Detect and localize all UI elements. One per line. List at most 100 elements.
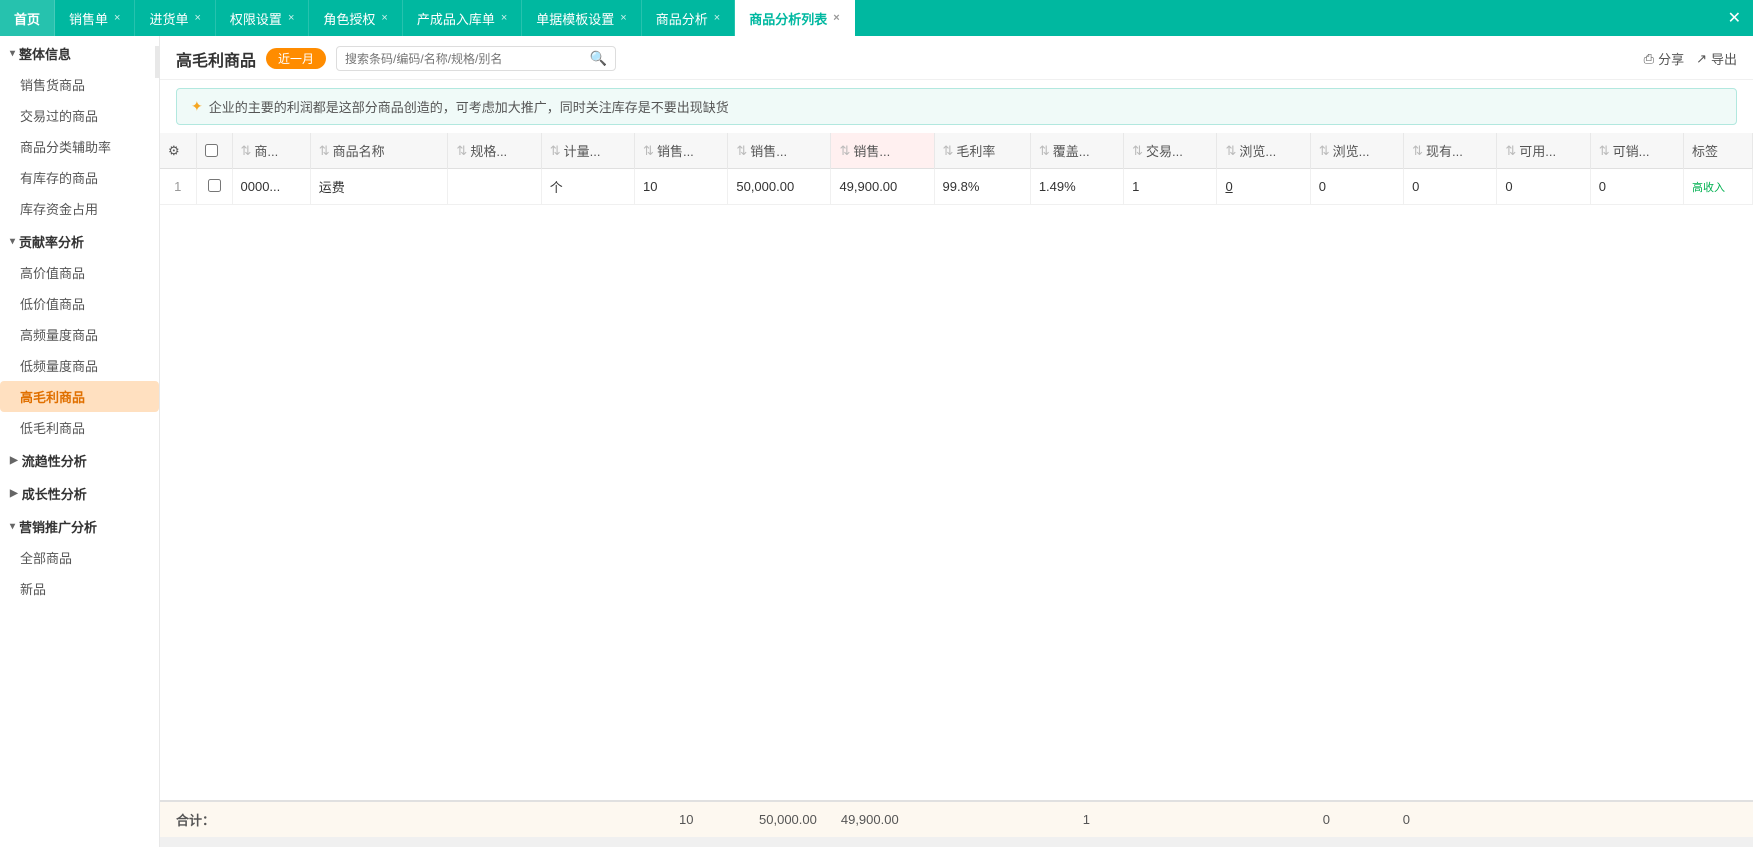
nav-tab-templates-close[interactable]: ×: [620, 12, 626, 24]
collapse-icon: 《: [156, 53, 160, 72]
group-marketing-arrow: ▾: [10, 521, 15, 532]
group-overall-arrow: ▾: [10, 48, 15, 59]
nav-tab-templates[interactable]: 单据模板设置 ×: [522, 0, 641, 36]
col-current-stock[interactable]: ⇅ 现有...: [1404, 133, 1497, 169]
cell-tag: 高收入: [1684, 169, 1753, 205]
sidebar-collapse-button[interactable]: 《: [155, 46, 160, 78]
col-browse2[interactable]: ⇅ 浏览...: [1310, 133, 1403, 169]
sidebar-group-trend[interactable]: ▶ 流趋性分析: [0, 443, 159, 476]
nav-tab-home[interactable]: 首页: [0, 0, 55, 36]
nav-tab-products-close[interactable]: ×: [501, 12, 507, 24]
nav-tab-products[interactable]: 产成品入库单 ×: [403, 0, 522, 36]
sidebar-item-low-freq[interactable]: 低频量度商品: [0, 350, 159, 381]
cell-sales-profit: 49,900.00: [831, 169, 934, 205]
sidebar-item-in-stock[interactable]: 有库存的商品: [0, 162, 159, 193]
col-browse1[interactable]: ⇅ 浏览...: [1217, 133, 1310, 169]
nav-tab-purchase-close[interactable]: ×: [194, 12, 200, 24]
footer-sales-qty: 10: [667, 812, 747, 827]
info-banner: ✦ 企业的主要的利润都是这部分商品创造的，可考虑加大推广，同时关注库存是不要出现…: [176, 88, 1737, 125]
sort-icon: ⇅: [241, 143, 252, 159]
main-layout: 《 ▾ 整体信息 销售货商品 交易过的商品 商品分类辅助率 有库存的商品 库存资…: [0, 36, 1753, 847]
col-name[interactable]: ⇅ 商品名称: [310, 133, 448, 169]
nav-tab-home-label: 首页: [14, 9, 40, 28]
sidebar-item-high-freq[interactable]: 高频量度商品: [0, 319, 159, 350]
col-transaction[interactable]: ⇅ 交易...: [1124, 133, 1217, 169]
tag-high-income: 高收入: [1692, 182, 1725, 194]
sidebar-item-low-value[interactable]: 低价值商品: [0, 288, 159, 319]
share-button[interactable]: ⎙ 分享: [1644, 49, 1684, 68]
group-marketing-label: 营销推广分析: [19, 517, 97, 536]
nav-tab-analysis-list[interactable]: 商品分析列表 ×: [735, 0, 854, 36]
nav-tab-roles-close[interactable]: ×: [381, 12, 387, 24]
search-input[interactable]: [345, 52, 590, 66]
export-button[interactable]: ↗ 导出: [1696, 49, 1737, 68]
sidebar-item-traded-goods[interactable]: 交易过的商品: [0, 100, 159, 131]
col-tag[interactable]: 标签: [1684, 133, 1753, 169]
search-icon[interactable]: 🔍: [590, 50, 607, 67]
sidebar-item-stock-capital[interactable]: 库存资金占用: [0, 193, 159, 224]
top-navigation: 首页 销售单 × 进货单 × 权限设置 × 角色授权 × 产成品入库单 × 单据…: [0, 0, 1753, 36]
sort-icon: ⇅: [736, 143, 747, 159]
close-window-button[interactable]: ✕: [1728, 8, 1753, 28]
sidebar-item-new-goods[interactable]: 新品: [0, 573, 159, 604]
cell-gross-margin: 99.8%: [934, 169, 1030, 205]
nav-tab-roles[interactable]: 角色授权 ×: [309, 0, 402, 36]
content-header: 高毛利商品 近一月 🔍 ⎙ 分享 ↗ 导出: [160, 36, 1753, 80]
sort-icon: ⇅: [1412, 143, 1423, 159]
col-gross-margin[interactable]: ⇅ 毛利率: [934, 133, 1030, 169]
col-sales-amount[interactable]: ⇅ 销售...: [728, 133, 831, 169]
horizontal-scrollbar[interactable]: [160, 837, 1753, 847]
nav-tab-permissions-close[interactable]: ×: [288, 12, 294, 24]
col-sales-profit[interactable]: ⇅ 销售...: [831, 133, 934, 169]
select-all-checkbox[interactable]: [205, 144, 218, 157]
search-box: 🔍: [336, 46, 616, 71]
group-trend-arrow: ▶: [10, 455, 18, 466]
sidebar-group-wealth[interactable]: ▾ 贡献率分析: [0, 224, 159, 257]
sidebar-item-all-goods[interactable]: 全部商品: [0, 542, 159, 573]
cell-spec: [448, 169, 541, 205]
sidebar-item-analysis-assist[interactable]: 商品分类辅助率: [0, 131, 159, 162]
col-coverage[interactable]: ⇅ 覆盖...: [1030, 133, 1123, 169]
browse1-link[interactable]: 0: [1225, 179, 1232, 194]
sidebar-group-marketing[interactable]: ▾ 营销推广分析: [0, 509, 159, 542]
nav-tab-sales-close[interactable]: ×: [114, 12, 120, 24]
share-icon: ⎙: [1644, 51, 1654, 67]
sidebar-item-low-margin[interactable]: 低毛利商品: [0, 412, 159, 443]
col-settings[interactable]: ⚙: [160, 133, 196, 169]
sidebar-item-high-value[interactable]: 高价值商品: [0, 257, 159, 288]
nav-tab-templates-label: 单据模板设置: [536, 9, 614, 28]
cell-browse1[interactable]: 0: [1217, 169, 1310, 205]
nav-tab-analysis-close[interactable]: ×: [714, 12, 720, 24]
cell-checkbox[interactable]: [196, 169, 232, 205]
col-sales-qty[interactable]: ⇅ 销售...: [635, 133, 728, 169]
sidebar-item-high-margin[interactable]: 高毛利商品: [0, 381, 159, 412]
col-spec[interactable]: ⇅ 规格...: [448, 133, 541, 169]
row-checkbox[interactable]: [208, 179, 221, 192]
filter-recent-month-button[interactable]: 近一月: [266, 48, 326, 69]
cell-unit: 个: [541, 169, 634, 205]
col-code[interactable]: ⇅ 商...: [232, 133, 310, 169]
col-checkbox: [196, 133, 232, 169]
col-unit[interactable]: ⇅ 计量...: [541, 133, 634, 169]
nav-tab-permissions-label: 权限设置: [230, 9, 282, 28]
nav-tab-purchase[interactable]: 进货单 ×: [135, 0, 215, 36]
nav-tab-sales[interactable]: 销售单 ×: [55, 0, 135, 36]
sidebar-group-overall[interactable]: ▾ 整体信息: [0, 36, 159, 69]
sidebar-item-sales-goods[interactable]: 销售货商品: [0, 69, 159, 100]
col-saleable[interactable]: ⇅ 可销...: [1590, 133, 1683, 169]
nav-tab-permissions[interactable]: 权限设置 ×: [216, 0, 309, 36]
nav-tab-purchase-label: 进货单: [149, 9, 188, 28]
nav-tab-analysis-list-close[interactable]: ×: [833, 12, 839, 24]
sidebar-group-growth[interactable]: ▶ 成长性分析: [0, 476, 159, 509]
footer-current-stock: 0: [1311, 812, 1391, 827]
info-icon: ✦: [191, 98, 203, 115]
col-available[interactable]: ⇅ 可用...: [1497, 133, 1590, 169]
cell-current-stock: 0: [1404, 169, 1497, 205]
sidebar: 《 ▾ 整体信息 销售货商品 交易过的商品 商品分类辅助率 有库存的商品 库存资…: [0, 36, 160, 847]
nav-tab-analysis[interactable]: 商品分析 ×: [642, 0, 735, 36]
sort-icon: ⇅: [456, 143, 467, 159]
nav-tab-roles-label: 角色授权: [323, 9, 375, 28]
nav-tab-analysis-label: 商品分析: [656, 9, 708, 28]
group-growth-arrow: ▶: [10, 488, 18, 499]
cell-saleable: 0: [1590, 169, 1683, 205]
